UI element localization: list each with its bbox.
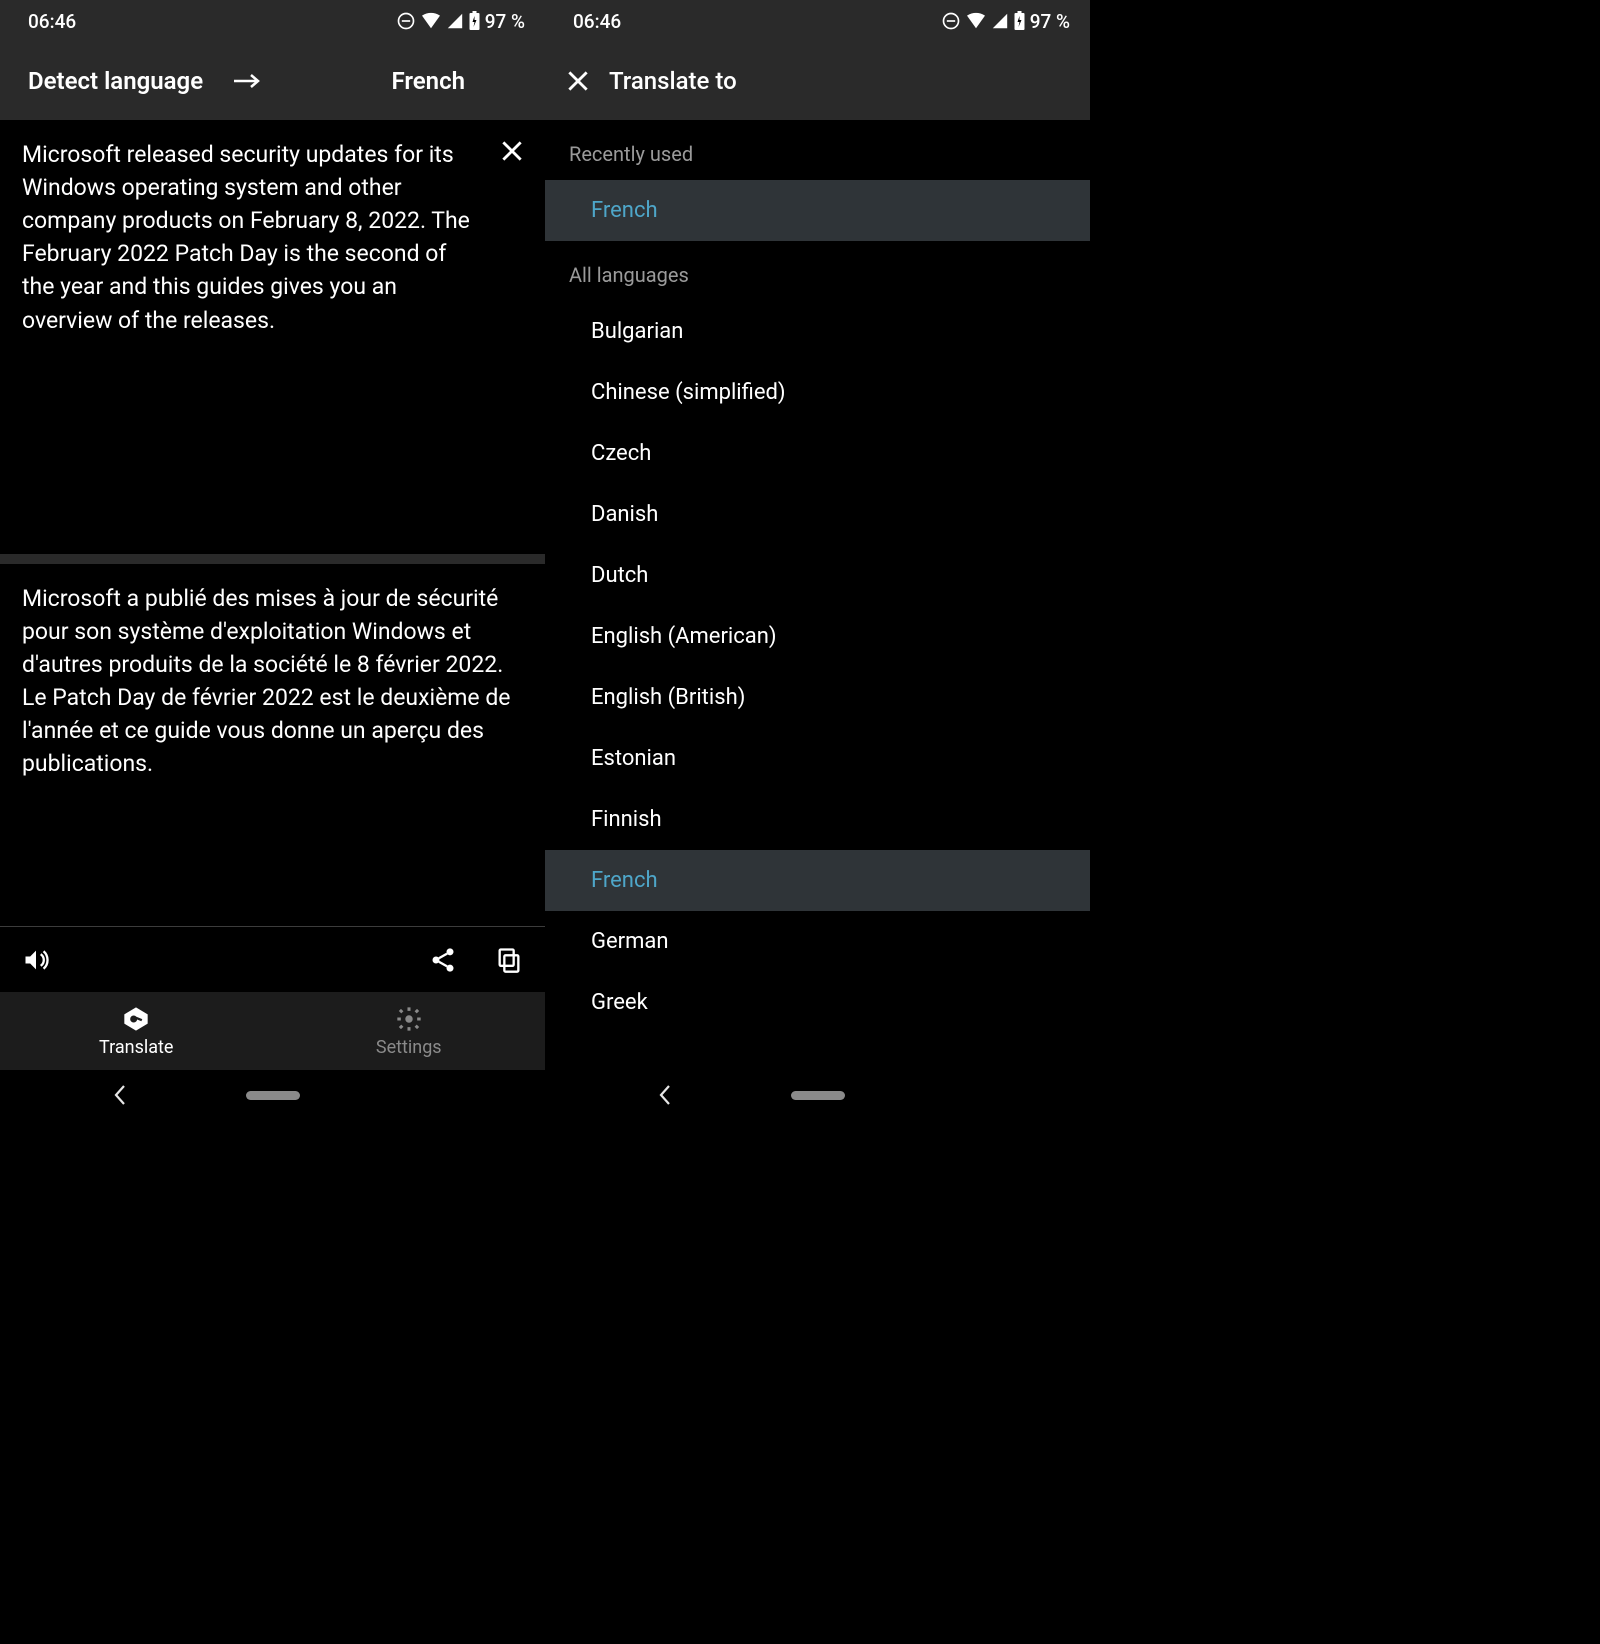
battery-icon xyxy=(468,11,481,31)
source-text[interactable]: Microsoft released security updates for … xyxy=(22,138,523,337)
close-picker-button[interactable] xyxy=(565,68,591,94)
copy-icon xyxy=(495,946,523,974)
share-button[interactable] xyxy=(429,946,457,974)
status-icons: 97 % xyxy=(396,10,525,33)
recently-used-label: Recently used xyxy=(545,120,1090,180)
battery-text: 97 % xyxy=(485,10,525,33)
screen-language-picker: 06:46 97 % Translate to Recently used Fr… xyxy=(545,0,1090,1120)
close-icon xyxy=(499,138,525,164)
language-row[interactable]: French xyxy=(545,850,1090,911)
target-pane: Microsoft a publié des mises à jour de s… xyxy=(0,554,545,926)
volume-icon xyxy=(22,946,50,974)
clock: 06:46 xyxy=(28,10,76,33)
language-row[interactable]: Czech xyxy=(545,423,1090,484)
status-icons: 97 % xyxy=(941,10,1070,33)
language-pair-bar: Detect language French xyxy=(0,42,545,120)
arrow-right-icon[interactable] xyxy=(232,72,262,90)
system-nav xyxy=(0,1070,545,1120)
status-bar: 06:46 97 % xyxy=(0,0,545,42)
bottom-nav: Translate Settings xyxy=(0,992,545,1070)
language-row[interactable]: Dutch xyxy=(545,545,1090,606)
chevron-left-icon xyxy=(657,1083,673,1107)
language-row[interactable]: Danish xyxy=(545,484,1090,545)
battery-text: 97 % xyxy=(1030,10,1070,33)
language-row[interactable]: English (British) xyxy=(545,667,1090,728)
picker-title: Translate to xyxy=(609,67,737,95)
system-home-pill[interactable] xyxy=(246,1091,300,1100)
source-language-selector[interactable]: Detect language xyxy=(28,67,232,95)
language-row[interactable]: Greek xyxy=(545,972,1090,1033)
signal-icon xyxy=(991,12,1009,30)
system-nav xyxy=(545,1070,1090,1120)
copy-button[interactable] xyxy=(495,946,523,974)
battery-icon xyxy=(1013,11,1026,31)
status-bar: 06:46 97 % xyxy=(545,0,1090,42)
dnd-icon xyxy=(941,11,961,31)
translate-icon xyxy=(122,1005,150,1033)
language-row[interactable]: Estonian xyxy=(545,728,1090,789)
translate-body: Microsoft released security updates for … xyxy=(0,120,545,1070)
language-row[interactable]: Chinese (simplified) xyxy=(545,362,1090,423)
nav-settings-label: Settings xyxy=(376,1037,442,1058)
action-row xyxy=(0,926,545,992)
all-languages-label: All languages xyxy=(545,241,1090,301)
screen-translate: 06:46 97 % Detect language French Micros… xyxy=(0,0,545,1120)
wifi-icon xyxy=(965,12,987,30)
language-row[interactable]: Bulgarian xyxy=(545,301,1090,362)
share-icon xyxy=(429,946,457,974)
system-back-button[interactable] xyxy=(112,1083,128,1107)
language-row[interactable]: Finnish xyxy=(545,789,1090,850)
nav-translate[interactable]: Translate xyxy=(0,992,273,1070)
speak-button[interactable] xyxy=(22,946,50,974)
system-home-pill[interactable] xyxy=(791,1091,845,1100)
language-list[interactable]: Recently used French All languages Bulga… xyxy=(545,120,1090,1070)
clock: 06:46 xyxy=(573,10,621,33)
signal-icon xyxy=(446,12,464,30)
target-language-selector[interactable]: French xyxy=(262,67,516,95)
language-row[interactable]: English (American) xyxy=(545,606,1090,667)
close-icon xyxy=(565,68,591,94)
chevron-left-icon xyxy=(112,1083,128,1107)
nav-translate-label: Translate xyxy=(99,1037,173,1058)
gear-icon xyxy=(395,1005,423,1033)
system-back-button[interactable] xyxy=(657,1083,673,1107)
clear-input-button[interactable] xyxy=(499,138,525,164)
translated-text: Microsoft a publié des mises à jour de s… xyxy=(22,582,523,781)
language-row[interactable]: French xyxy=(545,180,1090,241)
nav-settings[interactable]: Settings xyxy=(273,992,546,1070)
dnd-icon xyxy=(396,11,416,31)
source-pane[interactable]: Microsoft released security updates for … xyxy=(0,120,545,554)
picker-header: Translate to xyxy=(545,42,1090,120)
language-row[interactable]: German xyxy=(545,911,1090,972)
wifi-icon xyxy=(420,12,442,30)
